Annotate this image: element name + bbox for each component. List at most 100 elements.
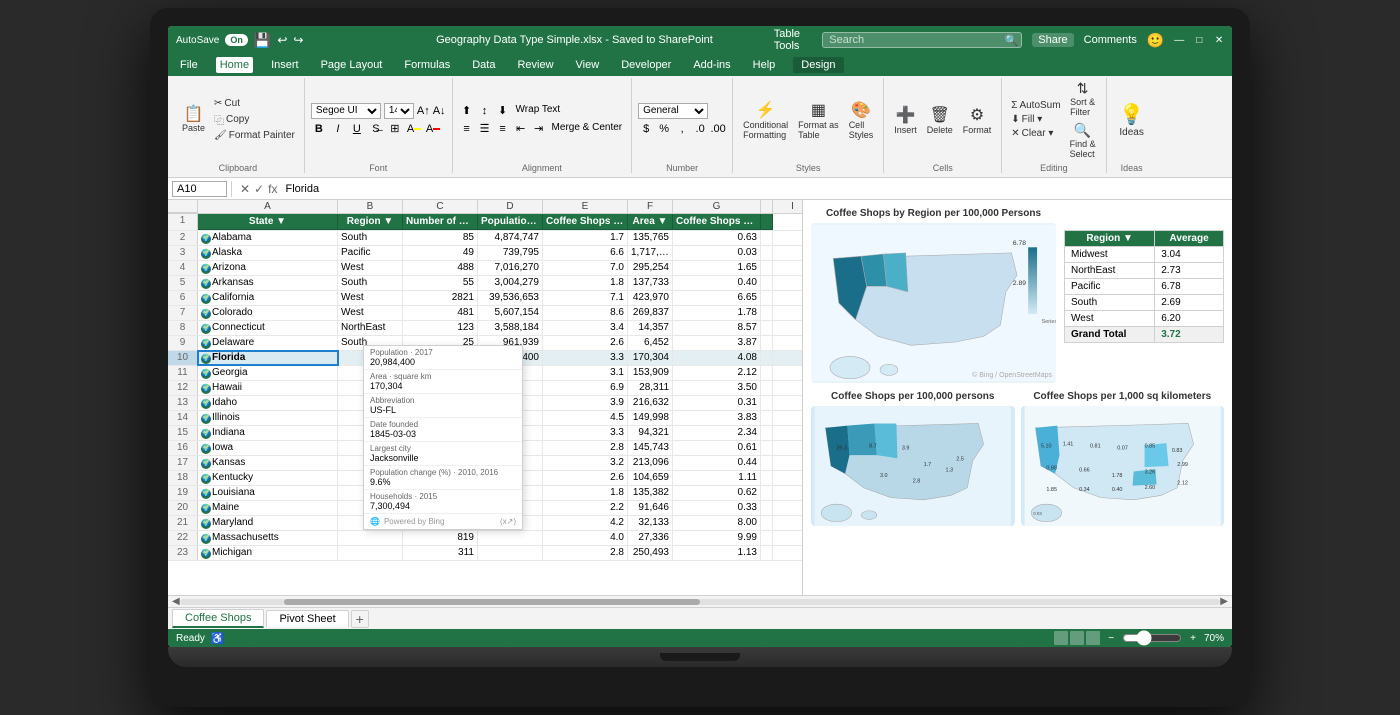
cell-state[interactable]: 🌍Maryland — [198, 516, 338, 530]
cell-coffee[interactable]: 488 — [403, 261, 478, 275]
horizontal-scrollbar[interactable]: ◀ ▶ — [168, 595, 1232, 607]
cell-per1000[interactable]: 1.65 — [673, 261, 761, 275]
col-header-I[interactable]: I — [773, 200, 802, 213]
percent-button[interactable]: % — [656, 121, 672, 137]
confirm-formula-icon[interactable]: ✓ — [254, 182, 264, 196]
cell-state[interactable]: 🌍Alabama — [198, 231, 338, 245]
cell-per1000[interactable]: 3.50 — [673, 381, 761, 395]
cell-region[interactable]: West — [338, 261, 403, 275]
maximize-btn[interactable]: □ — [1194, 33, 1204, 47]
close-btn[interactable]: ✕ — [1214, 33, 1224, 47]
cell-per1000[interactable]: 2.12 — [673, 366, 761, 380]
cell-per100k[interactable]: 6.6 — [543, 246, 628, 260]
menu-review[interactable]: Review — [513, 57, 557, 73]
cell-region[interactable]: West — [338, 291, 403, 305]
underline-button[interactable]: U — [349, 121, 365, 137]
cell-pop[interactable]: 7,016,270 — [478, 261, 543, 275]
cell-region[interactable]: West — [338, 306, 403, 320]
font-size-select[interactable]: 14 — [384, 103, 414, 119]
wrap-text-button[interactable]: Wrap Text — [513, 103, 564, 119]
align-right-button[interactable]: ≡ — [495, 121, 511, 137]
cell-pop[interactable]: 5,607,154 — [478, 306, 543, 320]
cell-per1000[interactable]: 8.00 — [673, 516, 761, 530]
currency-button[interactable]: $ — [638, 121, 654, 137]
align-middle-button[interactable]: ↕ — [477, 103, 493, 119]
cell-area[interactable]: 250,493 — [628, 546, 673, 560]
menu-data[interactable]: Data — [468, 57, 499, 73]
cell-per100k[interactable]: 6.9 — [543, 381, 628, 395]
copy-button[interactable]: ⿻ Copy — [211, 111, 298, 128]
extract-icon[interactable]: (x↗) — [500, 517, 516, 526]
font-color-button[interactable]: A — [425, 121, 441, 137]
cell-region[interactable]: NorthEast — [338, 321, 403, 335]
search-input[interactable] — [822, 32, 1022, 48]
format-painter-button[interactable]: 🖌 Format Painter — [211, 129, 298, 142]
cell-coffee[interactable]: 481 — [403, 306, 478, 320]
cell-per100k[interactable]: 1.8 — [543, 486, 628, 500]
cell-per100k[interactable]: 1.8 — [543, 276, 628, 290]
fill-button[interactable]: ⬇ Fill ▾ — [1008, 113, 1063, 126]
cell-state[interactable]: 🌍Massachusetts — [198, 531, 338, 545]
cell-per1000[interactable]: 0.03 — [673, 246, 761, 260]
menu-formulas[interactable]: Formulas — [400, 57, 454, 73]
cell-area[interactable]: 135,382 — [628, 486, 673, 500]
cell-state[interactable]: 🌍Arkansas — [198, 276, 338, 290]
cell-state[interactable]: 🌍Indiana — [198, 426, 338, 440]
cell-per100k[interactable]: 2.6 — [543, 336, 628, 350]
cell-state[interactable]: 🌍Illinois — [198, 411, 338, 425]
col-header-F[interactable]: F — [628, 200, 673, 213]
cell-per1000[interactable]: 2.34 — [673, 426, 761, 440]
th-state[interactable]: State ▼ — [198, 214, 338, 230]
cut-button[interactable]: ✂ Cut — [211, 97, 298, 110]
cell-per1000[interactable]: 0.44 — [673, 456, 761, 470]
sheet-tab-coffee-shops[interactable]: Coffee Shops — [172, 609, 264, 628]
cell-area[interactable]: 213,096 — [628, 456, 673, 470]
col-header-D[interactable]: D — [478, 200, 543, 213]
sort-filter-button[interactable]: ⇅ Sort &Filter — [1066, 78, 1100, 119]
border-button[interactable]: ⊞ — [387, 121, 403, 137]
scroll-right-btn[interactable]: ▶ — [1220, 596, 1228, 607]
cell-region[interactable]: South — [338, 231, 403, 245]
zoom-slider[interactable] — [1122, 634, 1182, 642]
cell-area[interactable]: 6,452 — [628, 336, 673, 350]
data-rows-scroll[interactable]: 2 🌍Alabama South 85 4,874,747 1.7 135,76… — [168, 231, 802, 561]
menu-view[interactable]: View — [572, 57, 604, 73]
increase-decimal-button[interactable]: .00 — [710, 121, 726, 137]
comma-button[interactable]: , — [674, 121, 690, 137]
cell-area[interactable]: 145,743 — [628, 441, 673, 455]
cell-area[interactable]: 423,970 — [628, 291, 673, 305]
menu-help[interactable]: Help — [749, 57, 780, 73]
menu-home[interactable]: Home — [216, 57, 253, 73]
cell-area[interactable]: 269,837 — [628, 306, 673, 320]
cell-pop[interactable]: 39,536,653 — [478, 291, 543, 305]
cell-coffee[interactable]: 49 — [403, 246, 478, 260]
decrease-decimal-button[interactable]: .0 — [692, 121, 708, 137]
autosave-toggle[interactable]: On — [225, 34, 248, 46]
cell-styles-button[interactable]: 🎨 CellStyles — [845, 98, 878, 142]
italic-button[interactable]: I — [330, 121, 346, 137]
ideas-button[interactable]: 💡 Ideas — [1113, 100, 1150, 140]
cell-per100k[interactable]: 7.0 — [543, 261, 628, 275]
cell-state[interactable]: 🌍Michigan — [198, 546, 338, 560]
indent-increase-button[interactable]: ⇥ — [531, 121, 547, 137]
cell-state[interactable]: 🌍Arizona — [198, 261, 338, 275]
cell-per1000[interactable]: 1.13 — [673, 546, 761, 560]
fill-color-button[interactable]: A — [406, 121, 422, 137]
cell-area[interactable]: 295,254 — [628, 261, 673, 275]
paste-button[interactable]: 📋 Paste — [178, 105, 209, 135]
th-population[interactable]: Population ▼ — [478, 214, 543, 230]
cell-coffee[interactable]: 2821 — [403, 291, 478, 305]
th-per1000[interactable]: Coffee Shops per 1,000 square kms ▼ — [673, 214, 761, 230]
cell-per100k[interactable]: 4.0 — [543, 531, 628, 545]
add-sheet-button[interactable]: + — [351, 610, 369, 628]
cell-region[interactable]: Pacific — [338, 246, 403, 260]
cell-per1000[interactable]: 0.33 — [673, 501, 761, 515]
cell-area[interactable]: 1,717,854 — [628, 246, 673, 260]
cell-per1000[interactable]: 1.11 — [673, 471, 761, 485]
normal-view-btn[interactable] — [1054, 631, 1068, 645]
cell-per100k[interactable]: 3.3 — [543, 426, 628, 440]
cell-state[interactable]: 🌍Alaska — [198, 246, 338, 260]
scroll-thumb-horizontal[interactable] — [284, 599, 700, 605]
autosum-button[interactable]: Σ AutoSum — [1008, 99, 1063, 112]
cell-region[interactable] — [338, 531, 403, 545]
